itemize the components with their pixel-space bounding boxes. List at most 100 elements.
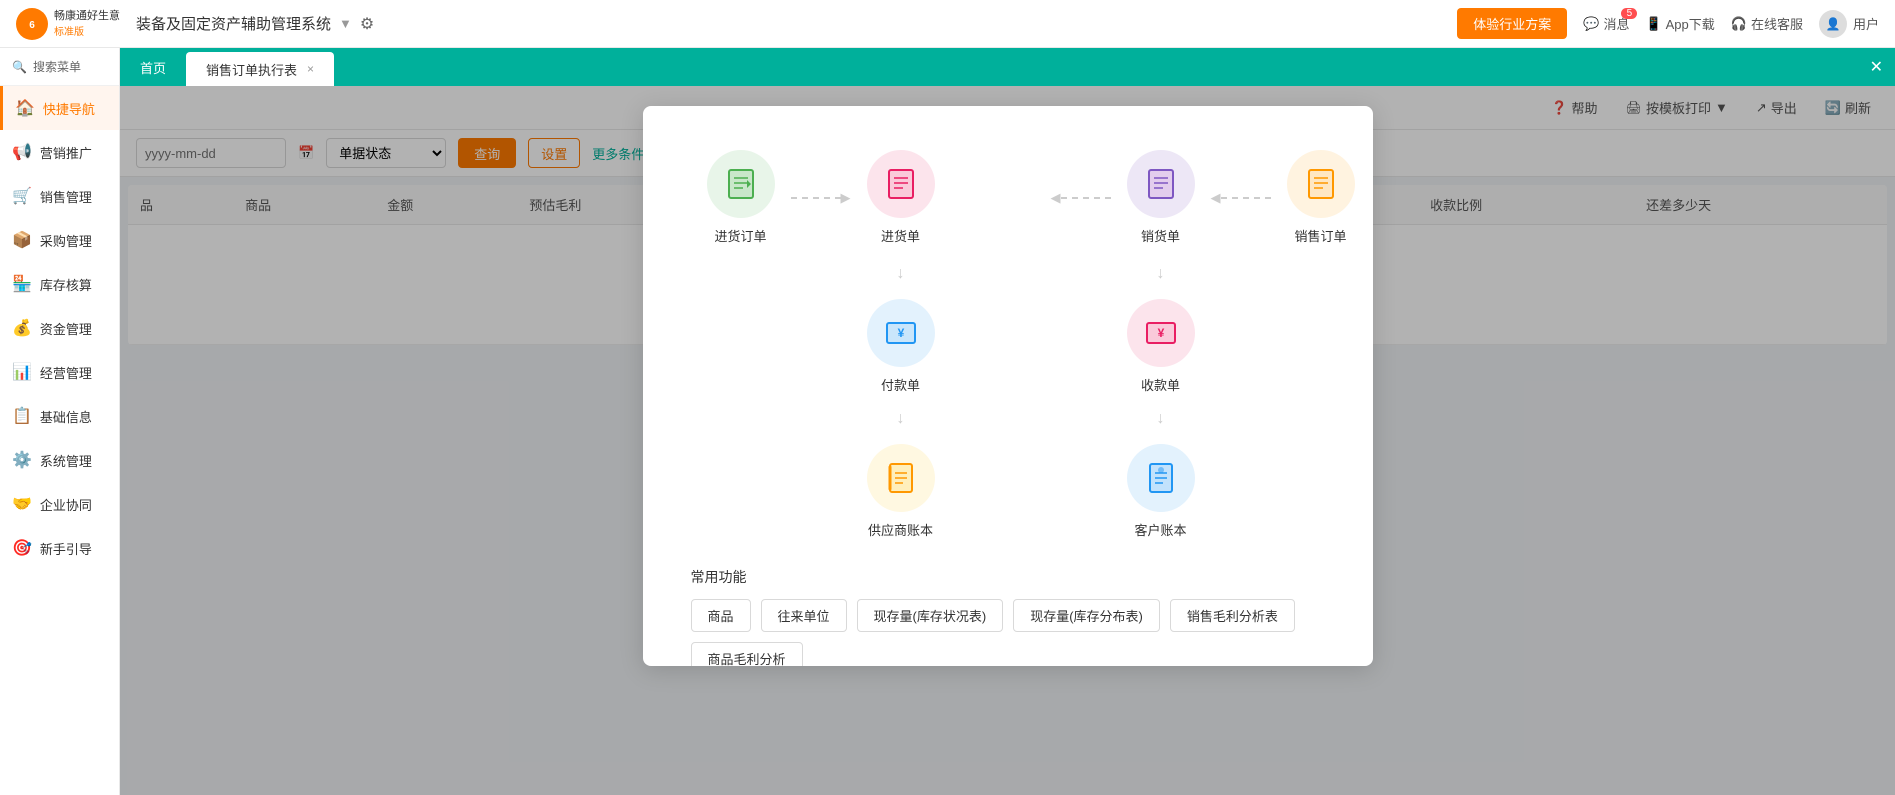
sidebar-item-operation[interactable]: 📊 经营管理 [0, 350, 119, 394]
sidebar-item-label-operation: 经营管理 [40, 363, 92, 382]
sidebar-item-newbie[interactable]: 🎯 新手引导 [0, 526, 119, 570]
modal-overlay: 进货订单 ▶ [120, 86, 1895, 795]
sidebar-item-label-quick-nav: 快捷导航 [43, 99, 95, 118]
func-btn-sales-profit[interactable]: 销售毛利分析表 [1170, 599, 1295, 632]
arrow-3: ◀ [1211, 164, 1271, 232]
arrow-1: ▶ [791, 164, 851, 232]
experience-button[interactable]: 体验行业方案 [1457, 8, 1567, 39]
arrow-2: ◀ [1051, 164, 1111, 232]
sidebar: 🔍 搜索菜单 🏠 快捷导航 📢 营销推广 🛒 销售管理 📦 采购管理 🏪 库存核… [0, 48, 120, 795]
system-name: 装备及固定资产辅助管理系统 [136, 13, 331, 34]
func-btn-goods[interactable]: 商品 [691, 599, 751, 632]
tab-home[interactable]: 首页 [120, 48, 186, 86]
search-menu-label: 搜索菜单 [33, 58, 81, 75]
purchase-bill-circle [867, 150, 935, 218]
func-btn-goods-profit[interactable]: 商品毛利分析 [691, 642, 803, 666]
arrow-down-payment: ↓ [851, 410, 951, 428]
sidebar-item-basic[interactable]: 📋 基础信息 [0, 394, 119, 438]
system-dropdown-icon[interactable]: ▼ [339, 16, 352, 31]
modal-box: 进货订单 ▶ [643, 106, 1373, 666]
logo-brand: 畅康通好生意 [54, 9, 120, 23]
flow-node-sales-bill[interactable]: 销货单 [1111, 138, 1211, 257]
logo-icon: 6 [16, 8, 48, 40]
tab-close-icon[interactable]: × [307, 62, 314, 76]
sidebar-search[interactable]: 🔍 搜索菜单 [0, 48, 119, 86]
payment-bill-circle: ¥ [867, 299, 935, 367]
system-icon: ⚙️ [12, 450, 32, 470]
logo-sub: 标准版 [54, 23, 120, 38]
svg-text:6: 6 [29, 20, 35, 31]
sidebar-item-system[interactable]: ⚙️ 系统管理 [0, 438, 119, 482]
content-area: ❓ 帮助 🖨 按模板打印 ▼ ↗ 导出 🔄 刷新 📅 单据状态 [120, 86, 1895, 795]
purchase-bill-label: 进货单 [881, 226, 920, 245]
func-btn-counterparty[interactable]: 往来单位 [761, 599, 847, 632]
flow-node-purchase-bill[interactable]: 进货单 [851, 138, 951, 257]
sales-bill-label: 销货单 [1141, 226, 1180, 245]
home-tab-label: 首页 [140, 58, 166, 77]
message-area[interactable]: 💬 消息 5 [1583, 14, 1629, 33]
flow-diagram-row3: 供应商账本 [691, 432, 1325, 551]
flow-node-supplier-ledger[interactable]: 供应商账本 [851, 432, 951, 551]
sidebar-item-label-finance: 资金管理 [40, 319, 92, 338]
purchase-order-label: 进货订单 [714, 226, 766, 245]
func-btn-stock-status[interactable]: 现存量(库存状况表) [857, 599, 1004, 632]
sidebar-item-enterprise[interactable]: 🤝 企业协同 [0, 482, 119, 526]
operation-icon: 📊 [12, 362, 32, 382]
online-service-area[interactable]: 🎧 在线客服 [1731, 14, 1803, 33]
sidebar-item-label-basic: 基础信息 [40, 407, 92, 426]
common-functions-title: 常用功能 [691, 567, 1325, 587]
sidebar-item-sales[interactable]: 🛒 销售管理 [0, 174, 119, 218]
purchase-icon: 📦 [12, 230, 32, 250]
func-btn-stock-dist[interactable]: 现存量(库存分布表) [1013, 599, 1160, 632]
search-icon: 🔍 [12, 60, 27, 74]
flow-diagram-row-arrows2: ↓ ↓ [691, 410, 1325, 428]
sidebar-item-quick-nav[interactable]: 🏠 快捷导航 [0, 86, 119, 130]
header-actions: 体验行业方案 💬 消息 5 📱 App下载 🎧 在线客服 👤 用户 [1457, 8, 1879, 39]
sidebar-item-purchase[interactable]: 📦 采购管理 [0, 218, 119, 262]
receipt-bill-label: 收款单 [1141, 375, 1180, 394]
app-download-area[interactable]: 📱 App下载 [1645, 14, 1714, 33]
finance-icon: 💰 [12, 318, 32, 338]
flow-node-sales-order[interactable]: 销售订单 [1271, 138, 1371, 257]
settings-gear-icon[interactable]: ⚙ [360, 14, 374, 34]
logo-area: 6 畅康通好生意 标准版 [16, 8, 136, 40]
flow-node-customer-ledger[interactable]: 客户账本 [1111, 432, 1211, 551]
basic-icon: 📋 [12, 406, 32, 426]
flow-diagram-row-arrows: ↓ ↓ [691, 265, 1325, 283]
flow-node-receipt-bill[interactable]: ¥ 收款单 [1111, 287, 1211, 406]
sales-order-node-label: 销售订单 [1294, 226, 1346, 245]
flow-diagram-row2: ¥ 付款单 ¥ [691, 287, 1325, 406]
online-service-icon: 🎧 [1731, 16, 1747, 32]
sidebar-item-marketing[interactable]: 📢 营销推广 [0, 130, 119, 174]
arrow-down-receipt: ↓ [1111, 410, 1211, 428]
common-functions-section: 常用功能 商品 往来单位 现存量(库存状况表) 现存量(库存分布表) 销售毛利分… [691, 567, 1325, 666]
avatar: 👤 [1819, 10, 1847, 38]
receipt-bill-circle: ¥ [1127, 299, 1195, 367]
sidebar-item-label-inventory: 库存核算 [40, 275, 92, 294]
tab-close-main-icon[interactable]: ✕ [1870, 48, 1883, 86]
payment-bill-label: 付款单 [881, 375, 920, 394]
flow-node-purchase-order[interactable]: 进货订单 [691, 138, 791, 257]
online-service-label: 在线客服 [1751, 14, 1803, 33]
purchase-order-circle [707, 150, 775, 218]
customer-ledger-label: 客户账本 [1134, 520, 1186, 539]
sidebar-item-finance[interactable]: 💰 资金管理 [0, 306, 119, 350]
sidebar-item-label-sales: 销售管理 [40, 187, 92, 206]
flow-node-payment-bill[interactable]: ¥ 付款单 [851, 287, 951, 406]
flow-diagram-row1: 进货订单 ▶ [691, 138, 1325, 257]
sidebar-item-label-system: 系统管理 [40, 451, 92, 470]
sales-order-circle [1287, 150, 1355, 218]
svg-text:¥: ¥ [1157, 326, 1164, 340]
message-icon: 💬 [1583, 16, 1599, 32]
sidebar-item-inventory[interactable]: 🏪 库存核算 [0, 262, 119, 306]
marketing-icon: 📢 [12, 142, 32, 162]
user-area[interactable]: 👤 用户 [1819, 10, 1879, 38]
sales-bill-circle [1127, 150, 1195, 218]
message-badge: 5 [1621, 8, 1637, 19]
sidebar-item-label-purchase: 采购管理 [40, 231, 92, 250]
tab-sales-order[interactable]: 销售订单执行表 × [186, 52, 334, 86]
supplier-ledger-label: 供应商账本 [868, 520, 933, 539]
sidebar-item-label-enterprise: 企业协同 [40, 495, 92, 514]
app-download-label: App下载 [1666, 14, 1715, 33]
top-header: 6 畅康通好生意 标准版 装备及固定资产辅助管理系统 ▼ ⚙ 体验行业方案 💬 … [0, 0, 1895, 48]
